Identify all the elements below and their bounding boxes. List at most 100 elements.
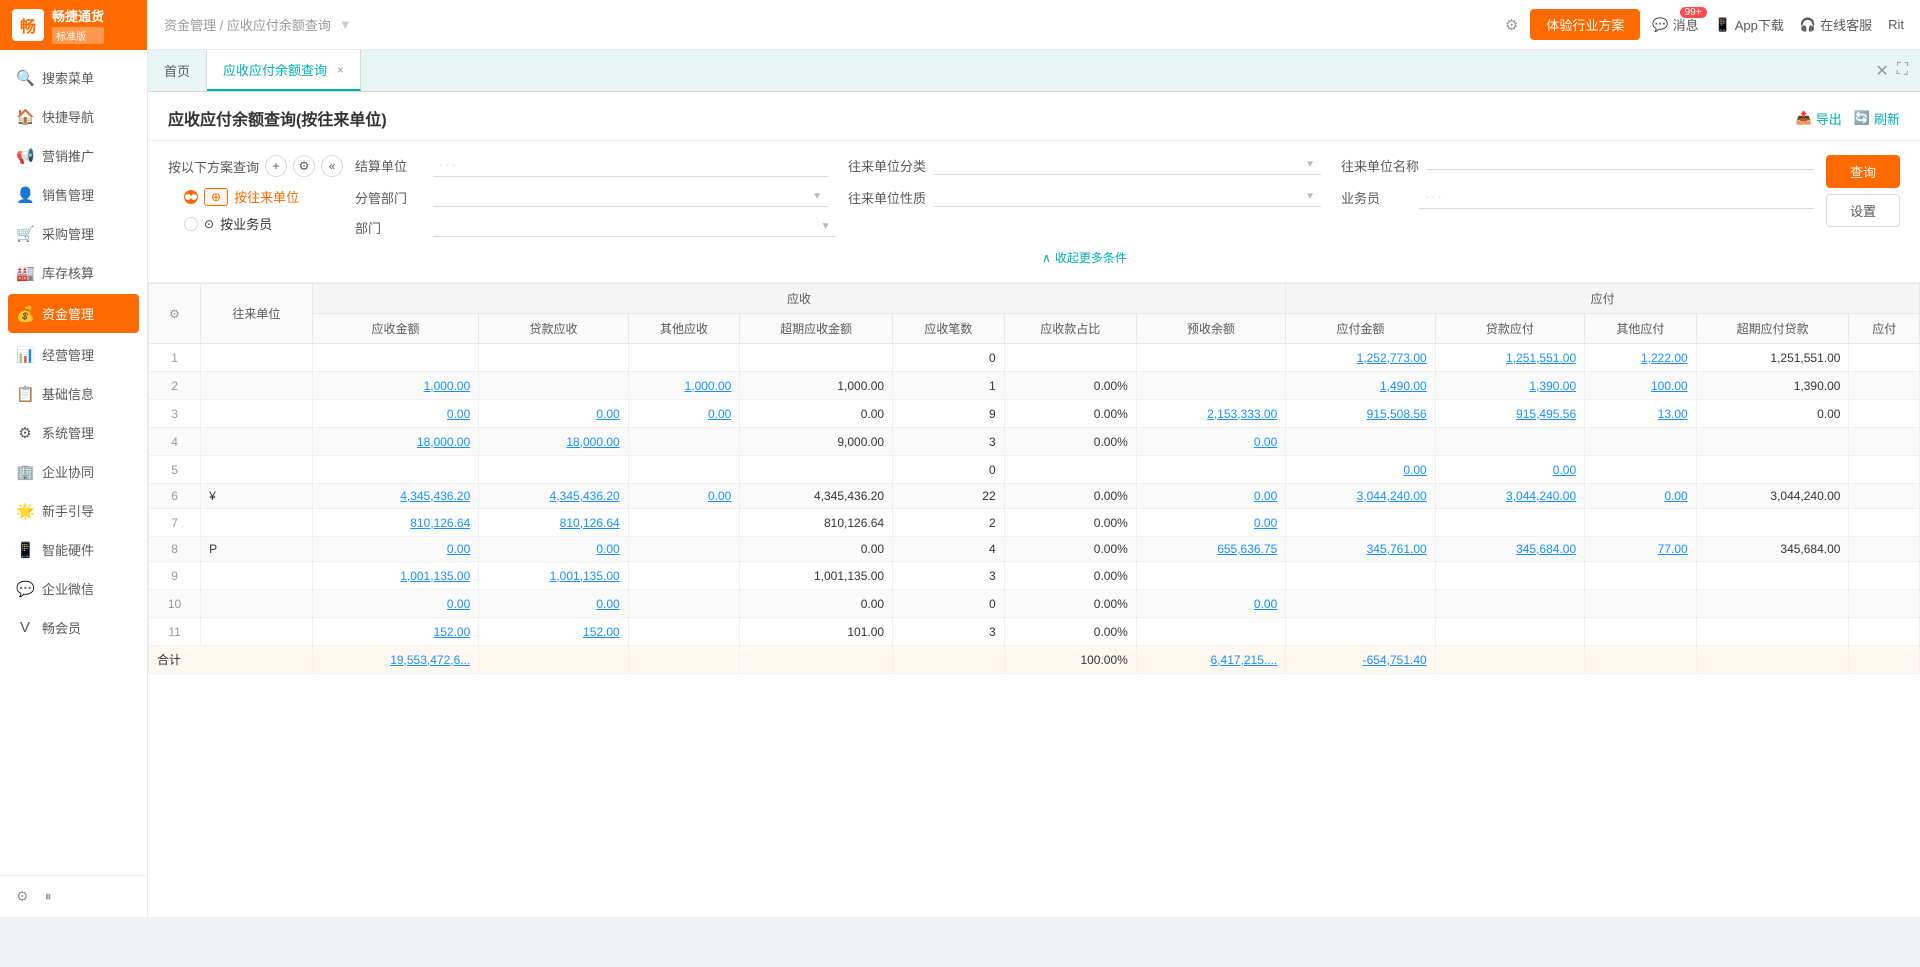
unit-category-input[interactable]: ▼: [934, 155, 1321, 175]
table-row: 10 0.000.000.0000.00%0.00: [149, 590, 1920, 618]
table-config-col[interactable]: ⚙: [149, 284, 201, 344]
service-icon: 🎧: [1800, 17, 1816, 33]
sidebar-item-guide[interactable]: 🌟 新手引导: [0, 491, 147, 530]
app-download-button[interactable]: 📱 App下载: [1715, 15, 1784, 34]
footer-ar-total[interactable]: 19,553,472,6...: [312, 646, 479, 674]
col-group-payable: 应付: [1286, 284, 1920, 314]
main-content: 首页 应收应付余额查询 × ✕ ⛶ 应收应付余额查询(按往来单位) 📤 导出 🔄…: [148, 50, 1920, 917]
table-row: 2 1,000.001,000.001,000.0010.00%1,490.00…: [149, 372, 1920, 400]
dept-chevron-icon: ▼: [812, 191, 822, 202]
sidebar-item-operations[interactable]: 📊 经营管理: [0, 335, 147, 374]
sidebar-item-member[interactable]: V 畅会员: [0, 608, 147, 647]
unit-name-input[interactable]: [1427, 161, 1814, 170]
message-button[interactable]: 💬 消息 99+: [1652, 15, 1698, 34]
filter-field-unit-category: 往来单位分类 ▼: [848, 153, 1321, 177]
breadcrumb: 资金管理 / 应收应付余额查询 ▼: [164, 15, 1493, 34]
promo-button[interactable]: 体验行业方案: [1530, 9, 1640, 40]
add-scheme-button[interactable]: +: [265, 155, 287, 177]
warehouse-icon: 🏭: [16, 264, 34, 282]
department-input[interactable]: ▼: [433, 217, 836, 237]
sidebar-item-quick-nav[interactable]: 🏠 快捷导航: [0, 97, 147, 136]
sidebar-item-wechat[interactable]: 💬 企业微信: [0, 569, 147, 608]
sidebar-item-warehouse[interactable]: 🏭 库存核算: [0, 253, 147, 292]
page-actions: 📤 导出 🔄 刷新: [1796, 109, 1900, 128]
member-icon: V: [16, 619, 34, 636]
basic-info-icon: 📋: [16, 385, 34, 403]
query-button[interactable]: 查询: [1826, 155, 1900, 188]
tab-close-window-icon[interactable]: ✕: [1875, 61, 1888, 81]
topbar: 资金管理 / 应收应付余额查询 ▼ ⚙ 体验行业方案 💬 消息 99+ 📱 Ap…: [148, 0, 1920, 50]
home-icon: 🏠: [16, 108, 34, 126]
col-ar-loan: 贷款应收: [479, 314, 628, 344]
sidebar-item-search-menu[interactable]: 🔍 搜索菜单: [0, 58, 147, 97]
table-row: 4 18,000.0018,000.009,000.0030.00%0.00: [149, 428, 1920, 456]
refresh-button[interactable]: 🔄 刷新: [1854, 109, 1900, 128]
table-row: 8P0.000.000.0040.00%655,636.75345,761.00…: [149, 537, 1920, 562]
footer-collapse-btn[interactable]: ⏸: [45, 888, 52, 905]
data-table: ⚙ 往来单位 应收 应付 应收金额 贷款应收 其他应收 超期应收金额 应收笔数 …: [148, 283, 1920, 674]
table-row: 1 01,252,773.001,251,551.001,222.001,251…: [149, 344, 1920, 372]
col-ar-other: 其他应收: [628, 314, 740, 344]
filter-field-dept: 分管部门 ▼: [355, 185, 828, 209]
footer-ar-prepay[interactable]: 6,417,215....: [1136, 646, 1285, 674]
table-row: 5 00.000.00: [149, 456, 1920, 484]
refresh-icon: 🔄: [1854, 110, 1870, 126]
operations-icon: 📊: [16, 346, 34, 364]
hardware-icon: 📱: [16, 541, 34, 559]
tab-maximize-icon[interactable]: ⛶: [1897, 61, 1908, 81]
guide-icon: 🌟: [16, 502, 34, 520]
sidebar-item-purchase[interactable]: 🛒 采购管理: [0, 214, 147, 253]
sales-icon: 👤: [16, 186, 34, 204]
tabbar-right: ✕ ⛶: [1863, 61, 1920, 81]
finance-icon: 💰: [16, 305, 34, 323]
page-header: 应收应付余额查询(按往来单位) 📤 导出 🔄 刷新: [148, 92, 1920, 141]
export-icon: 📤: [1796, 110, 1812, 126]
scheme-options: ⊕ 按往来单位 ⊙ 按业务员: [176, 185, 343, 235]
scheme-actions: + ⚙ «: [265, 155, 343, 177]
radio-by-unit: [184, 190, 198, 204]
tab-query[interactable]: 应收应付余额查询 ×: [207, 50, 361, 91]
tab-close-icon[interactable]: ×: [337, 63, 344, 77]
footer-settings-btn[interactable]: ⚙: [16, 888, 29, 905]
message-icon: 💬: [1652, 17, 1668, 33]
topbar-gear-icon[interactable]: ⚙: [1505, 16, 1518, 34]
online-service-button[interactable]: 🎧 在线客服: [1800, 15, 1872, 34]
filter-fields: 结算单位 ··· 往来单位分类 ▼: [355, 153, 1814, 270]
unit-option-icon: ⊕: [204, 188, 228, 206]
table-row: 7 810,126.64810,126.64810,126.6420.00%0.…: [149, 509, 1920, 537]
sidebar-item-hardware[interactable]: 📱 智能硬件: [0, 530, 147, 569]
export-button[interactable]: 📤 导出: [1796, 109, 1842, 128]
breadcrumb-arrow: ▼: [339, 17, 352, 32]
collapse-up-icon: ∧: [1042, 251, 1051, 265]
dept-input[interactable]: ▼: [433, 187, 828, 207]
sidebar-item-finance[interactable]: 💰 资金管理: [8, 294, 139, 333]
collapse-scheme-button[interactable]: «: [321, 155, 343, 177]
tab-home[interactable]: 首页: [148, 51, 207, 90]
edit-scheme-button[interactable]: ⚙: [293, 155, 315, 177]
collapse-button[interactable]: ∧ 收起更多条件: [355, 245, 1814, 270]
sidebar-item-basic-info[interactable]: 📋 基础信息: [0, 374, 147, 413]
user-button[interactable]: Rit: [1888, 17, 1904, 32]
sidebar-item-marketing[interactable]: 📢 营销推广: [0, 136, 147, 175]
scheme-option-by-unit[interactable]: ⊕ 按往来单位: [176, 185, 343, 208]
sidebar-item-enterprise[interactable]: 🏢 企业协同: [0, 452, 147, 491]
table-area: ⚙ 往来单位 应收 应付 应收金额 贷款应收 其他应收 超期应收金额 应收笔数 …: [148, 283, 1920, 917]
scheme-option-by-staff[interactable]: ⊙ 按业务员: [176, 212, 343, 235]
chevron-down-icon: ▼: [1305, 159, 1315, 170]
sidebar-item-sales[interactable]: 👤 销售管理: [0, 175, 147, 214]
filter-field-salesperson: 业务员 ···: [1341, 185, 1814, 209]
settlement-input[interactable]: ···: [433, 153, 828, 177]
salesperson-input[interactable]: ···: [1419, 185, 1814, 209]
logo-text: 畅捷通货 标准版: [52, 6, 104, 44]
col-ar-count: 应收笔数: [893, 314, 1005, 344]
col-ar-prepay: 预收余额: [1136, 314, 1285, 344]
footer-ar-ratio: 100.00%: [1004, 646, 1136, 674]
sidebar-item-system[interactable]: ⚙ 系统管理: [0, 413, 147, 452]
setting-button[interactable]: 设置: [1826, 194, 1900, 227]
footer-ap-total[interactable]: -654,751.40: [1286, 646, 1435, 674]
filter-field-settlement: 结算单位 ···: [355, 153, 828, 177]
topbar-right: 💬 消息 99+ 📱 App下载 🎧 在线客服 Rit: [1652, 15, 1904, 34]
table-row: 9 1,001,135.001,001,135.001,001,135.0030…: [149, 562, 1920, 590]
col-ar-ratio: 应收款占比: [1004, 314, 1136, 344]
unit-nature-input[interactable]: ▼: [934, 187, 1321, 207]
